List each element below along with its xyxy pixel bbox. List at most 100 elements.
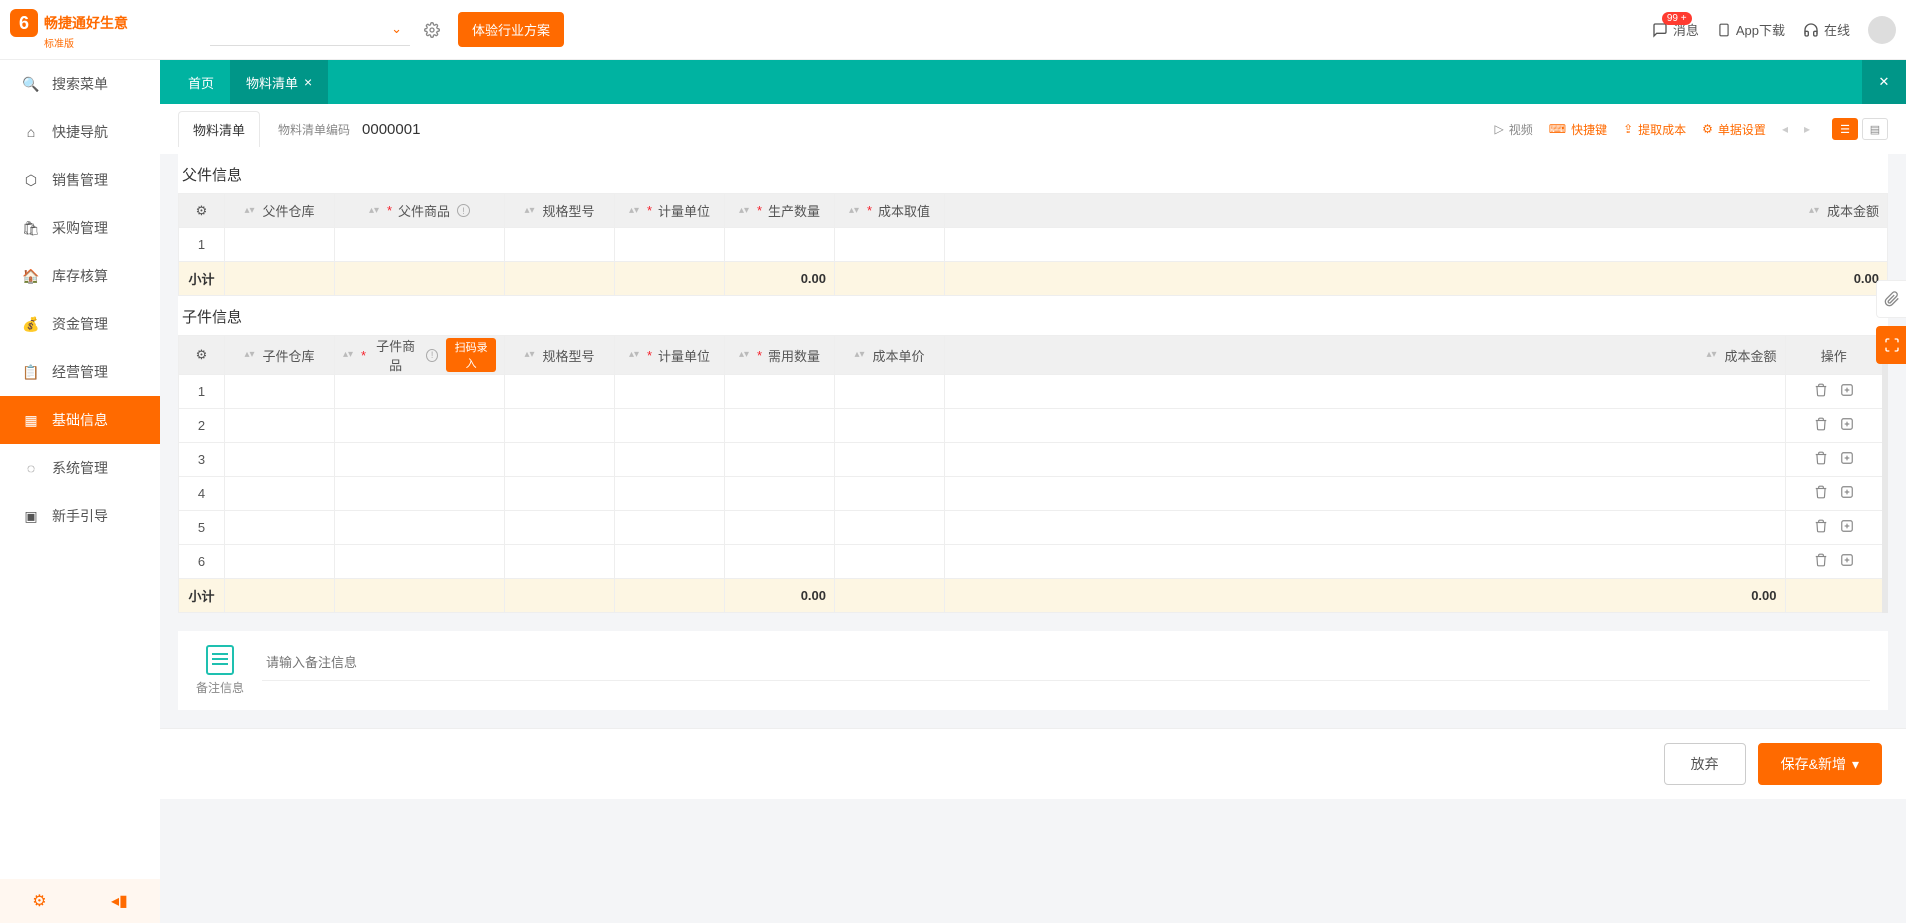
child-cell-unitcost[interactable] [835,375,945,409]
delete-row-icon[interactable] [1814,451,1828,465]
child-row[interactable]: 2 [179,409,1886,443]
child-cell-unitcost[interactable] [835,477,945,511]
child-row[interactable]: 4 [179,477,1886,511]
child-cell-needqty[interactable] [725,409,835,443]
parent-col-settings[interactable]: ⚙ [179,194,225,228]
nav-prev-icon[interactable]: ◂ [1782,122,1788,136]
child-cell-warehouse[interactable] [225,375,335,409]
child-cell-product[interactable] [335,511,505,545]
child-cell-needqty[interactable] [725,375,835,409]
child-cell-needqty[interactable] [725,545,835,579]
discard-button[interactable]: 放弃 [1664,743,1746,785]
child-cell-warehouse[interactable] [225,511,335,545]
sidebar-item-inventory[interactable]: 🏠库存核算 [0,252,160,300]
child-col-costamount[interactable]: ▴▾成本金额 [945,336,1786,375]
child-cell-spec[interactable] [505,545,615,579]
close-icon[interactable]: × [304,74,312,90]
child-row[interactable]: 6 [179,545,1886,579]
child-cell-costamount[interactable] [945,477,1786,511]
attachment-float-button[interactable] [1876,280,1906,318]
add-row-icon[interactable] [1840,485,1854,499]
delete-row-icon[interactable] [1814,485,1828,499]
parent-cell-qty[interactable] [725,228,835,262]
sidebar-item-funds[interactable]: 💰资金管理 [0,300,160,348]
child-col-product[interactable]: ▴▾*子件商品!扫码录入 [335,336,505,375]
add-row-icon[interactable] [1840,383,1854,397]
online-support-button[interactable]: 在线 [1803,20,1850,39]
child-cell-product[interactable] [335,477,505,511]
child-cell-unit[interactable] [615,545,725,579]
child-cell-costamount[interactable] [945,511,1786,545]
child-col-unitcost[interactable]: ▴▾成本单价 [835,336,945,375]
child-cell-product[interactable] [335,443,505,477]
child-col-needqty[interactable]: ▴▾*需用数量 [725,336,835,375]
child-cell-warehouse[interactable] [225,443,335,477]
child-cell-costamount[interactable] [945,375,1786,409]
experience-industry-button[interactable]: 体验行业方案 [458,12,564,47]
child-cell-unit[interactable] [615,477,725,511]
child-cell-unitcost[interactable] [835,511,945,545]
sidebar-item-basicinfo[interactable]: ▦基础信息 [0,396,160,444]
nav-next-icon[interactable]: ▸ [1804,122,1810,136]
shortcut-link[interactable]: ⌨快捷键 [1549,121,1607,138]
child-row[interactable]: 3 [179,443,1886,477]
parent-cell-costamount[interactable] [945,228,1888,262]
parent-col-qty[interactable]: ▴▾*生产数量 [725,194,835,228]
delete-row-icon[interactable] [1814,519,1828,533]
sidebar-item-system[interactable]: ◌系统管理 [0,444,160,492]
child-cell-warehouse[interactable] [225,477,335,511]
child-cell-unitcost[interactable] [835,443,945,477]
child-cell-needqty[interactable] [725,443,835,477]
settings-gear-icon[interactable]: ⚙ [32,891,46,911]
close-all-tabs-button[interactable]: ✕ [1862,60,1906,104]
org-settings-icon[interactable] [424,22,440,38]
sidebar-item-quicknav[interactable]: ⌂快捷导航 [0,108,160,156]
add-row-icon[interactable] [1840,519,1854,533]
parent-cell-product[interactable] [335,228,505,262]
parent-col-warehouse[interactable]: ▴▾父件仓库 [225,194,335,228]
sidebar-item-business[interactable]: 📋经营管理 [0,348,160,396]
parent-col-product[interactable]: ▴▾*父件商品! [335,194,505,228]
child-cell-warehouse[interactable] [225,545,335,579]
sidebar-item-search[interactable]: 🔍搜索菜单 [0,60,160,108]
org-selector[interactable]: ​ ⌄ [210,14,440,46]
child-col-settings[interactable]: ⚙ [179,336,225,375]
parent-cell-spec[interactable] [505,228,615,262]
save-and-new-button[interactable]: 保存&新增▾ [1758,743,1882,785]
child-col-spec[interactable]: ▴▾规格型号 [505,336,615,375]
child-cell-warehouse[interactable] [225,409,335,443]
child-cell-unit[interactable] [615,511,725,545]
tab-bom[interactable]: 物料清单× [230,60,328,104]
parent-cell-unit[interactable] [615,228,725,262]
parent-cell-warehouse[interactable] [225,228,335,262]
child-cell-needqty[interactable] [725,511,835,545]
child-cell-unit[interactable] [615,409,725,443]
delete-row-icon[interactable] [1814,383,1828,397]
doc-tab-bom[interactable]: 物料清单 [178,111,260,147]
app-download-button[interactable]: App下载 [1717,20,1785,39]
video-link[interactable]: ▷视频 [1494,121,1532,138]
add-row-icon[interactable] [1840,451,1854,465]
view-list-button[interactable]: ☰ [1832,118,1858,140]
child-col-unit[interactable]: ▴▾*计量单位 [615,336,725,375]
delete-row-icon[interactable] [1814,417,1828,431]
parent-col-costbasis[interactable]: ▴▾*成本取值 [835,194,945,228]
child-cell-costamount[interactable] [945,443,1786,477]
expand-float-button[interactable] [1876,326,1906,364]
add-row-icon[interactable] [1840,553,1854,567]
child-row[interactable]: 5 [179,511,1886,545]
sidebar-item-guide[interactable]: ▣新手引导 [0,492,160,540]
delete-row-icon[interactable] [1814,553,1828,567]
sidebar-item-purchase[interactable]: 🛍采购管理 [0,204,160,252]
scan-input-tag[interactable]: 扫码录入 [446,338,496,372]
child-cell-product[interactable] [335,545,505,579]
child-cell-costamount[interactable] [945,545,1786,579]
add-row-icon[interactable] [1840,417,1854,431]
child-cell-unitcost[interactable] [835,409,945,443]
child-cell-spec[interactable] [505,477,615,511]
remarks-input[interactable] [262,645,1870,681]
child-row[interactable]: 1 [179,375,1886,409]
child-cell-unit[interactable] [615,443,725,477]
child-cell-spec[interactable] [505,511,615,545]
child-cell-spec[interactable] [505,409,615,443]
